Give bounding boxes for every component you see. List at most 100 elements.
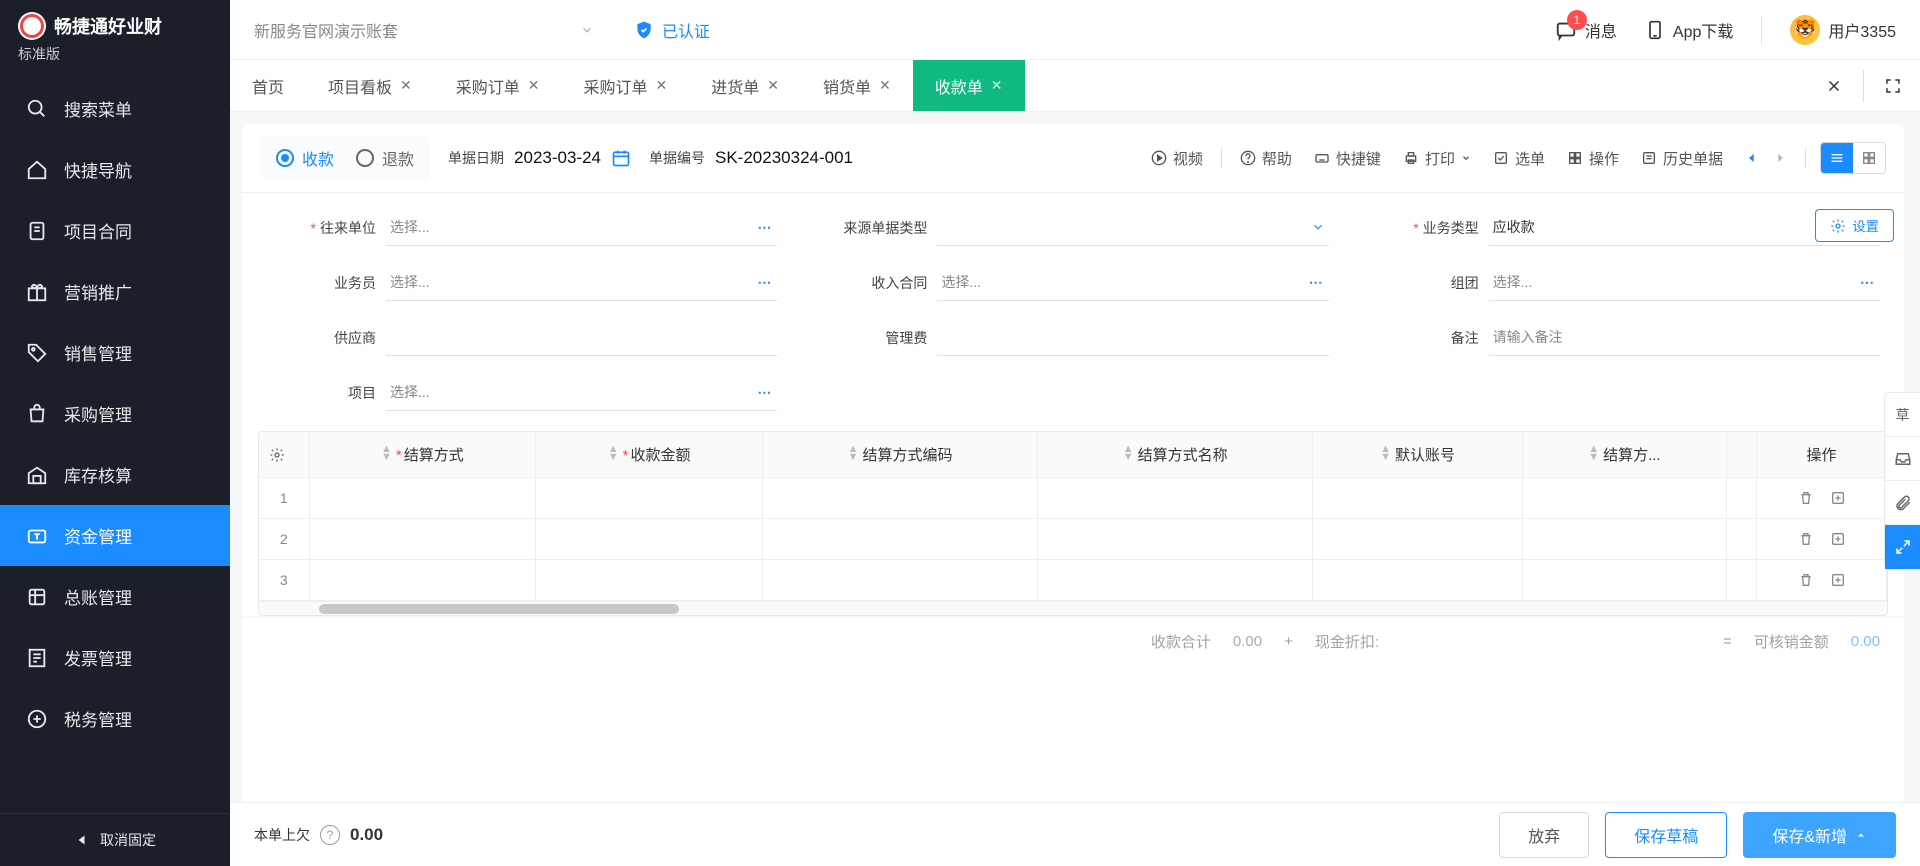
sidebar-item-marketing[interactable]: 营销推广 [0, 261, 230, 322]
sidebar-item-search[interactable]: 搜索菜单 [0, 78, 230, 139]
save-new-button[interactable]: 保存&新增 [1743, 812, 1896, 858]
rail-inbox[interactable] [1885, 437, 1920, 481]
phone-icon [1645, 19, 1665, 41]
supplier-input[interactable] [386, 320, 777, 356]
sidebar-item-ledger[interactable]: 总账管理 [0, 566, 230, 627]
writeoff-value: 0.00 [1851, 633, 1880, 650]
app-download-button[interactable]: App下载 [1645, 18, 1733, 42]
sidebar-unpin[interactable]: 取消固定 [0, 813, 230, 866]
lookup-icon[interactable]: ⋯ [757, 219, 773, 236]
lookup-icon[interactable]: ⋯ [1309, 274, 1325, 291]
radio-receive[interactable]: 收款 [276, 146, 334, 170]
remark-input[interactable]: 请输入备注 [1489, 319, 1880, 356]
tab-receipt[interactable]: 收款单✕ [913, 60, 1025, 111]
view-card-button[interactable] [1853, 143, 1885, 173]
rail-expand[interactable] [1885, 525, 1920, 569]
next-button[interactable] [1769, 147, 1791, 169]
sidebar-label: 库存核算 [64, 462, 132, 487]
sidebar-menu[interactable]: 搜索菜单 快捷导航 项目合同 营销推广 销售管理 采购管理 库存核算 资金管理 … [0, 78, 230, 813]
table-row[interactable]: 2 [259, 519, 1887, 560]
col-default-account[interactable]: ▲▼默认账号 [1313, 432, 1523, 478]
footer: 本单上欠 ? 0.00 放弃 保存草稿 保存&新增 [230, 802, 1920, 866]
view-list-button[interactable] [1821, 143, 1853, 173]
horizontal-scrollbar[interactable] [259, 601, 1887, 615]
video-button[interactable]: 视频 [1147, 144, 1207, 173]
radio-refund[interactable]: 退款 [356, 146, 414, 170]
history-button[interactable]: 历史单据 [1637, 144, 1727, 173]
col-receive-amount[interactable]: ▲▼收款金额 [536, 432, 763, 478]
close-icon[interactable]: ✕ [879, 77, 891, 94]
tab-purchase-order-1[interactable]: 采购订单✕ [434, 60, 562, 111]
close-icon[interactable]: ✕ [656, 77, 668, 94]
delete-row-button[interactable] [1798, 572, 1814, 588]
fullscreen-button[interactable] [1880, 73, 1906, 99]
tab-purchase-order-2[interactable]: 采购订单✕ [562, 60, 690, 111]
help-icon[interactable]: ? [320, 825, 340, 845]
sidebar-item-inventory[interactable]: 库存核算 [0, 444, 230, 505]
lookup-icon[interactable]: ⋯ [1860, 274, 1876, 291]
group-input[interactable]: 选择...⋯ [1489, 264, 1880, 301]
col-settle-code[interactable]: ▲▼结算方式编码 [762, 432, 1037, 478]
delete-row-button[interactable] [1798, 531, 1814, 547]
col-settle-method[interactable]: ▲▼结算方式 [309, 432, 536, 478]
mgmt-fee-input[interactable] [937, 320, 1328, 356]
discard-button[interactable]: 放弃 [1499, 812, 1589, 858]
col-settle-name[interactable]: ▲▼结算方式名称 [1038, 432, 1313, 478]
settings-button[interactable]: 设置 [1815, 209, 1894, 242]
brand-edition: 标准版 [0, 44, 230, 78]
table-row[interactable]: 3 [259, 560, 1887, 601]
help-button[interactable]: 帮助 [1236, 144, 1296, 173]
sidebar-item-contract[interactable]: 项目合同 [0, 200, 230, 261]
messages-button[interactable]: 1 消息 [1555, 18, 1617, 42]
close-icon[interactable]: ✕ [767, 77, 779, 94]
user-menu[interactable]: 🐯 用户3355 [1790, 15, 1896, 45]
sidebar-item-finance[interactable]: 资金管理 [0, 505, 230, 566]
add-row-button[interactable] [1830, 490, 1846, 506]
save-draft-button[interactable]: 保存草稿 [1605, 812, 1727, 858]
rail-draft[interactable]: 草 [1885, 393, 1920, 437]
close-icon[interactable]: ✕ [528, 77, 540, 94]
tab-home[interactable]: 首页 [230, 60, 306, 111]
prev-button[interactable] [1741, 147, 1763, 169]
messages-label: 消息 [1585, 18, 1617, 42]
col-settings[interactable] [259, 432, 309, 478]
rail-attach[interactable] [1885, 481, 1920, 525]
project-input[interactable]: 选择...⋯ [386, 374, 777, 411]
print-button[interactable]: 打印 [1399, 144, 1475, 173]
tabs: 首页 项目看板✕ 采购订单✕ 采购订单✕ 进货单✕ 销货单✕ 收款单✕ [230, 60, 1920, 112]
keyboard-icon [1314, 150, 1330, 166]
add-row-button[interactable] [1830, 572, 1846, 588]
delete-row-button[interactable] [1798, 490, 1814, 506]
select-bill-button[interactable]: 选单 [1489, 144, 1549, 173]
salesman-input[interactable]: 选择...⋯ [386, 264, 777, 301]
sidebar-item-tax[interactable]: 税务管理 [0, 688, 230, 749]
close-icon[interactable]: ✕ [400, 77, 412, 94]
col-settle-more[interactable]: ▲▼结算方... [1522, 432, 1726, 478]
operate-button[interactable]: 操作 [1563, 144, 1623, 173]
sidebar-footer-label: 取消固定 [100, 830, 156, 850]
discount-label: 现金折扣: [1315, 631, 1379, 652]
table-row[interactable]: 1 [259, 478, 1887, 519]
lookup-icon[interactable]: ⋯ [757, 384, 773, 401]
lookup-icon[interactable]: ⋯ [757, 274, 773, 291]
tab-sales-bill[interactable]: 销货单✕ [801, 60, 913, 111]
tab-goods-in[interactable]: 进货单✕ [689, 60, 801, 111]
tab-project-board[interactable]: 项目看板✕ [306, 60, 434, 111]
account-select[interactable]: 新服务官网演示账套 [254, 18, 634, 42]
date-value[interactable]: 2023-03-24 [514, 148, 601, 168]
close-icon[interactable]: ✕ [991, 77, 1003, 94]
sidebar-item-purchase[interactable]: 采购管理 [0, 383, 230, 444]
shortcut-button[interactable]: 快捷键 [1310, 144, 1385, 173]
add-row-button[interactable] [1830, 531, 1846, 547]
income-contract-input[interactable]: 选择...⋯ [937, 264, 1328, 301]
scrollbar-thumb[interactable] [319, 604, 679, 614]
sidebar-item-invoice[interactable]: 发票管理 [0, 627, 230, 688]
source-type-select[interactable] [937, 210, 1328, 246]
field-remark: 备注请输入备注 [1369, 319, 1880, 356]
sidebar-item-quick[interactable]: 快捷导航 [0, 139, 230, 200]
calendar-icon[interactable] [611, 148, 631, 168]
sidebar-item-sales[interactable]: 销售管理 [0, 322, 230, 383]
customer-input[interactable]: 选择...⋯ [386, 209, 777, 246]
document-icon [26, 220, 48, 242]
close-all-button[interactable] [1821, 73, 1847, 99]
